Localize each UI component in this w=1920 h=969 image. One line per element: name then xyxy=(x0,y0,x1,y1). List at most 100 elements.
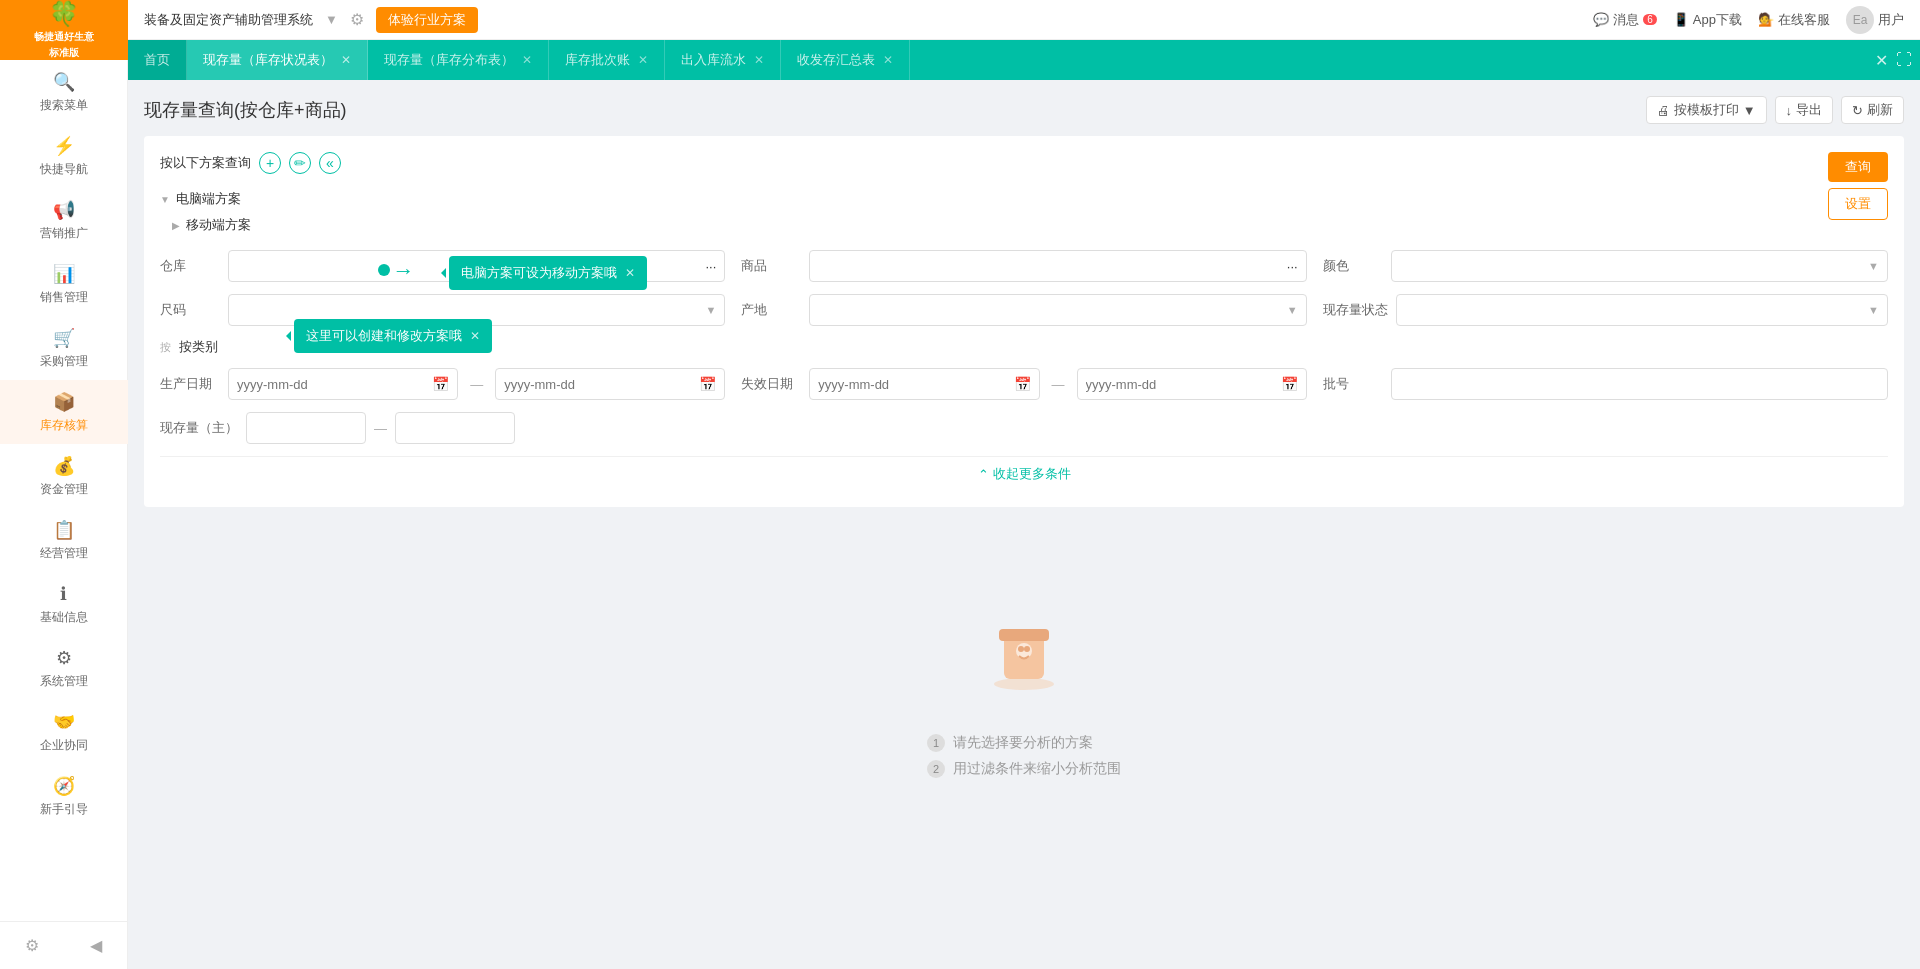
print-dropdown-icon: ▼ xyxy=(1743,103,1756,118)
sidebar-item-basic[interactable]: ℹ 基础信息 xyxy=(0,572,128,636)
add-scheme-btn[interactable]: + xyxy=(259,152,281,174)
expire-date-start-input[interactable] xyxy=(818,377,1009,392)
tab-home[interactable]: 首页 xyxy=(128,40,187,80)
origin-select[interactable]: ▼ xyxy=(809,294,1306,326)
sidebar-item-quicknav[interactable]: ⚡ 快捷导航 xyxy=(0,124,128,188)
filter-field-batch: 批号 xyxy=(1323,368,1888,400)
stock-qty-min-input[interactable] xyxy=(246,412,366,444)
filter-row-1: 仓库 ··· 商品 ··· 颜色 ▼ xyxy=(160,250,1888,282)
tab-close-icon[interactable]: ✕ xyxy=(754,53,764,67)
industry-btn[interactable]: 体验行业方案 xyxy=(376,7,478,33)
empty-tips: 1 请先选择要分析的方案 2 用过滤条件来缩小分析范围 xyxy=(927,734,1121,778)
scheme-item-desktop[interactable]: ▼ 电脑端方案 xyxy=(160,186,1888,212)
tab-summary[interactable]: 收发存汇总表 ✕ xyxy=(781,40,910,80)
tab-close-icon[interactable]: ✕ xyxy=(883,53,893,67)
batch-input[interactable] xyxy=(1391,368,1888,400)
prod-date-end[interactable]: 📅 xyxy=(495,368,725,400)
svg-rect-2 xyxy=(999,629,1049,641)
app-download-label: App下载 xyxy=(1693,11,1742,29)
calendar-icon: 📅 xyxy=(432,376,449,392)
logo-subtext: 标准版 xyxy=(49,46,79,60)
filter-label: 按以下方案查询 xyxy=(160,154,251,172)
stock-qty-label: 现存量（主） xyxy=(160,419,238,437)
sidebar-item-sales[interactable]: 📊 销售管理 xyxy=(0,252,128,316)
date-separator: — xyxy=(1048,377,1069,392)
collapse-bar[interactable]: ⌃ 收起更多条件 xyxy=(160,456,1888,491)
tab-close-all-icon[interactable]: ✕ xyxy=(1875,51,1888,70)
prod-date-label: 生产日期 xyxy=(160,375,220,393)
sidebar-item-purchase[interactable]: 🛒 采购管理 xyxy=(0,316,128,380)
print-btn[interactable]: 🖨 按模板打印 ▼ xyxy=(1646,96,1767,124)
tab-close-icon[interactable]: ✕ xyxy=(522,53,532,67)
sidebar-settings-icon[interactable]: ⚙ xyxy=(25,936,39,955)
tab-inventory-status[interactable]: 现存量（库存状况表） ✕ xyxy=(187,40,368,80)
stock-qty-max-input[interactable] xyxy=(395,412,515,444)
sidebar-item-operation[interactable]: 📋 经营管理 xyxy=(0,508,128,572)
empty-state: 1 请先选择要分析的方案 2 用过滤条件来缩小分析范围 xyxy=(144,519,1904,858)
header-left: 装备及固定资产辅助管理系统 ▼ ⚙ 体验行业方案 xyxy=(144,7,478,33)
goods-select[interactable]: ··· xyxy=(809,250,1306,282)
tab-flow[interactable]: 出入库流水 ✕ xyxy=(665,40,781,80)
sidebar-bottom: ⚙ ◀ xyxy=(0,921,128,969)
export-btn[interactable]: ↓ 导出 xyxy=(1775,96,1834,124)
mobile-icon: 📱 xyxy=(1673,12,1689,27)
avatar-placeholder: Ea xyxy=(1853,13,1868,27)
edit-scheme-btn[interactable]: ✏ xyxy=(289,152,311,174)
sidebar-item-search[interactable]: 🔍 搜索菜单 xyxy=(0,60,128,124)
app-download-btn[interactable]: 📱 App下载 xyxy=(1673,11,1742,29)
tab-label: 现存量（库存状况表） xyxy=(203,51,333,69)
basic-icon: ℹ xyxy=(60,583,67,605)
marketing-icon: 📢 xyxy=(53,199,75,221)
prod-date-end-input[interactable] xyxy=(504,377,695,392)
batch-label: 批号 xyxy=(1323,375,1383,393)
expire-date-start[interactable]: 📅 xyxy=(809,368,1039,400)
edit-tooltip-close-btn[interactable]: ✕ xyxy=(470,329,480,343)
calendar-icon: 📅 xyxy=(1281,376,1298,392)
avatar: Ea xyxy=(1846,6,1874,34)
sidebar-item-collab[interactable]: 🤝 企业协同 xyxy=(0,700,128,764)
sidebar-item-finance[interactable]: 💰 资金管理 xyxy=(0,444,128,508)
online-service-btn[interactable]: 💁 在线客服 xyxy=(1758,11,1830,29)
tab-close-icon[interactable]: ✕ xyxy=(638,53,648,67)
user-btn[interactable]: Ea 用户 xyxy=(1846,6,1904,34)
calendar-icon: 📅 xyxy=(1014,376,1031,392)
expire-date-end[interactable]: 📅 xyxy=(1077,368,1307,400)
scheme-tooltip-close-btn[interactable]: ✕ xyxy=(625,266,635,280)
filter-field-goods: 商品 ··· xyxy=(741,250,1306,282)
color-select[interactable]: ▼ xyxy=(1391,250,1888,282)
quicknav-icon: ⚡ xyxy=(53,135,75,157)
expire-date-end-input[interactable] xyxy=(1086,377,1277,392)
pointer-arrow-icon: ← xyxy=(392,258,414,284)
sys-dropdown-icon[interactable]: ▼ xyxy=(325,12,338,27)
export-icon: ↓ xyxy=(1786,103,1793,118)
sidebar-item-marketing[interactable]: 📢 营销推广 xyxy=(0,188,128,252)
main-content: 现存量查询(按仓库+商品) 🖨 按模板打印 ▼ ↓ 导出 ↻ 刷新 按以下方案查… xyxy=(128,80,1920,969)
filter-panel: 按以下方案查询 + ✏ « ▼ 电脑端方案 ▶ 移动端方案 仓库 xyxy=(144,136,1904,507)
refresh-btn[interactable]: ↻ 刷新 xyxy=(1841,96,1904,124)
scheme-arrow-icon: ▼ xyxy=(160,194,170,205)
tab-batch[interactable]: 库存批次账 ✕ xyxy=(549,40,665,80)
svg-point-4 xyxy=(1018,646,1024,652)
tab-maximize-icon[interactable]: ⛶ xyxy=(1896,51,1912,69)
message-btn[interactable]: 💬 消息 6 xyxy=(1593,11,1657,29)
sidebar-collapse-icon[interactable]: ◀ xyxy=(90,936,102,955)
tab-inventory-dist[interactable]: 现存量（库存分布表） ✕ xyxy=(368,40,549,80)
message-badge: 6 xyxy=(1643,14,1657,25)
sidebar-item-inventory[interactable]: 📦 库存核算 xyxy=(0,380,128,444)
expire-date-label: 失效日期 xyxy=(741,375,801,393)
filter-field-prod-date: 生产日期 📅 — 📅 xyxy=(160,368,725,400)
prod-date-start[interactable]: 📅 xyxy=(228,368,458,400)
back-scheme-btn[interactable]: « xyxy=(319,152,341,174)
sidebar-item-system[interactable]: ⚙ 系统管理 xyxy=(0,636,128,700)
search-btn[interactable]: 查询 xyxy=(1828,152,1888,182)
inventory-icon: 📦 xyxy=(53,391,75,413)
prod-date-start-input[interactable] xyxy=(237,377,428,392)
scheme-item-mobile[interactable]: ▶ 移动端方案 xyxy=(172,212,1888,238)
stock-status-select[interactable]: ▼ xyxy=(1396,294,1888,326)
tab-close-icon[interactable]: ✕ xyxy=(341,53,351,67)
header-gear-icon[interactable]: ⚙ xyxy=(350,10,364,29)
empty-illustration xyxy=(974,599,1074,718)
sidebar-item-guide[interactable]: 🧭 新手引导 xyxy=(0,764,128,828)
settings-btn[interactable]: 设置 xyxy=(1828,188,1888,220)
operation-icon: 📋 xyxy=(53,519,75,541)
